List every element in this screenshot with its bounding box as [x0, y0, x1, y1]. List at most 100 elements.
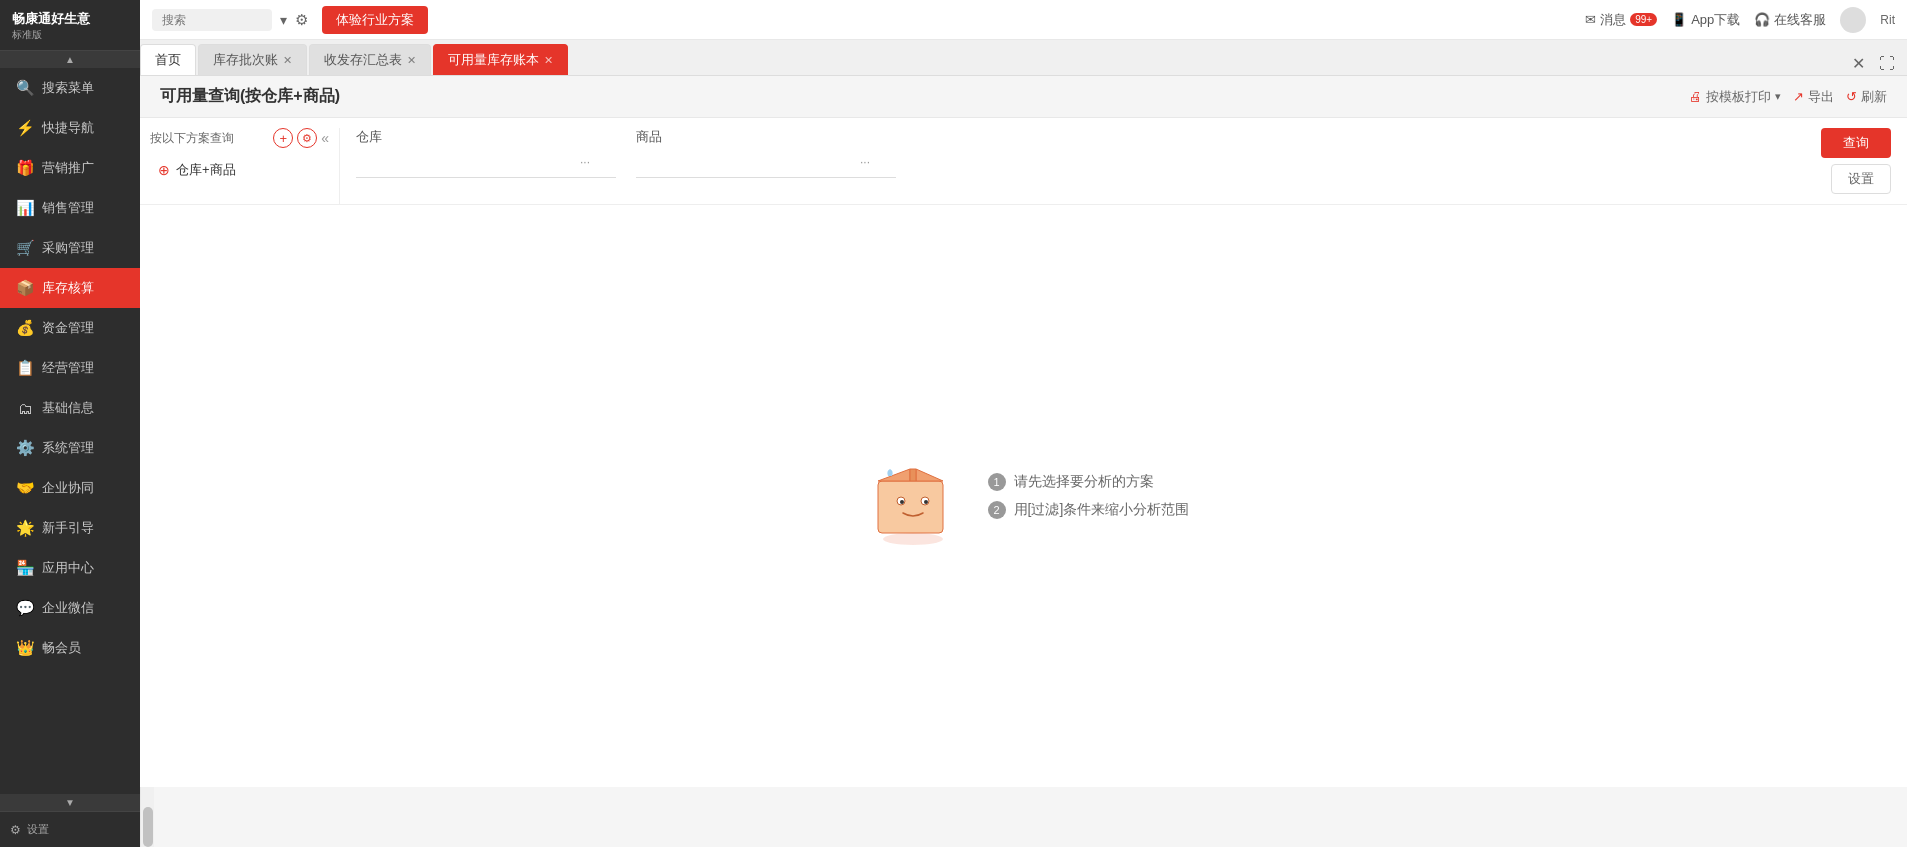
filter-icons: + ⚙ « [273, 128, 329, 148]
svg-point-0 [883, 533, 943, 545]
scrollbar-handle[interactable] [143, 807, 153, 847]
sidebar-item-label-basic: 基础信息 [42, 399, 94, 417]
close-tab-batch-account[interactable]: ✕ [283, 54, 292, 67]
settings-scheme-btn[interactable]: ⚙ [297, 128, 317, 148]
appstore-icon: 🏪 [16, 559, 34, 577]
avatar[interactable] [1840, 7, 1866, 33]
add-scheme-btn[interactable]: + [273, 128, 293, 148]
dropdown-icon[interactable]: ▾ [280, 12, 287, 28]
sidebar-scroll-down[interactable]: ▼ [0, 794, 140, 811]
marketing-icon: 🎁 [16, 159, 34, 177]
sidebar-item-label-inventory: 库存核算 [42, 279, 94, 297]
scheme-warehouse-product[interactable]: ⊕ 仓库+商品 [150, 156, 329, 184]
sidebar-item-basic[interactable]: 🗂 基础信息 [0, 388, 140, 428]
sidebar-item-label-operations: 经营管理 [42, 359, 94, 377]
sidebar-item-guide[interactable]: 🌟 新手引导 [0, 508, 140, 548]
wechat-icon: 💬 [16, 599, 34, 617]
finance-icon: 💰 [16, 319, 34, 337]
filter-section: 按以下方案查询 + ⚙ « ⊕ 仓库+商品 仓库 [140, 118, 1907, 205]
sidebar-bottom: ⚙ 设置 [0, 811, 140, 847]
export-action[interactable]: ↗ 导出 [1793, 88, 1834, 106]
filter-actions: 查询 设置 [1821, 128, 1891, 194]
search-input[interactable] [152, 9, 272, 31]
right-scrollbar[interactable] [140, 787, 154, 847]
message-icon: ✉ [1585, 12, 1596, 27]
sidebar-item-wechat[interactable]: 💬 企业微信 [0, 588, 140, 628]
filter-scheme-label: 按以下方案查询 [150, 130, 234, 147]
warehouse-input[interactable] [356, 150, 576, 173]
close-tab-icon[interactable]: ✕ [1848, 52, 1869, 75]
app-edition: 标准版 [12, 28, 128, 42]
query-button[interactable]: 查询 [1821, 128, 1891, 158]
enterprise-icon: 🤝 [16, 479, 34, 497]
sidebar-item-inventory[interactable]: 📦 库存核算 [0, 268, 140, 308]
sidebar-item-marketing[interactable]: 🎁 营销推广 [0, 148, 140, 188]
tab-home[interactable]: 首页 [140, 44, 196, 75]
sidebar-item-label-enterprise: 企业协同 [42, 479, 94, 497]
print-label: 按模板打印 [1706, 88, 1771, 106]
export-icon: ↗ [1793, 89, 1804, 104]
sidebar-item-member[interactable]: 👑 畅会员 [0, 628, 140, 668]
refresh-action[interactable]: ↺ 刷新 [1846, 88, 1887, 106]
product-label: 商品 [636, 128, 896, 146]
sidebar-item-label-sales: 销售管理 [42, 199, 94, 217]
app-download-btn[interactable]: 📱 App下载 [1671, 11, 1740, 29]
trial-button[interactable]: 体验行业方案 [322, 6, 428, 34]
empty-hint-1: 1 请先选择要分析的方案 [988, 473, 1190, 491]
tab-batch-account[interactable]: 库存批次账✕ [198, 44, 307, 75]
app-download-label: App下载 [1691, 11, 1740, 29]
expand-icon[interactable]: ⛶ [1875, 53, 1899, 75]
message-btn[interactable]: ✉ 消息 99+ [1585, 11, 1657, 29]
sidebar-item-appstore[interactable]: 🏪 应用中心 [0, 548, 140, 588]
sidebar-item-label-finance: 资金管理 [42, 319, 94, 337]
svg-marker-4 [910, 469, 916, 481]
headset-icon: 🎧 [1754, 12, 1770, 27]
filter-field-product: 商品 ··· [636, 128, 896, 178]
sidebar-item-enterprise[interactable]: 🤝 企业协同 [0, 468, 140, 508]
sidebar-item-label-appstore: 应用中心 [42, 559, 94, 577]
print-dropdown-icon[interactable]: ▾ [1775, 90, 1781, 103]
filter-left: 按以下方案查询 + ⚙ « ⊕ 仓库+商品 [140, 128, 340, 204]
tab-available-ledger[interactable]: 可用量库存账本 ✕ [433, 44, 568, 75]
sidebar-item-sales[interactable]: 📊 销售管理 [0, 188, 140, 228]
sidebar-item-shortcut[interactable]: ⚡ 快捷导航 [0, 108, 140, 148]
sidebar-item-system[interactable]: ⚙️ 系统管理 [0, 428, 140, 468]
sidebar-nav: 🔍 搜索菜单 ⚡ 快捷导航 🎁 营销推广 📊 销售管理 🛒 采购管理 📦 库存核… [0, 68, 140, 794]
gear-icon[interactable]: ⚙ [295, 11, 308, 29]
message-label: 消息 [1600, 11, 1626, 29]
export-label: 导出 [1808, 88, 1834, 106]
sidebar-item-operations[interactable]: 📋 经营管理 [0, 348, 140, 388]
sidebar-bottom-label: 设置 [27, 822, 49, 837]
print-action[interactable]: 🖨 按模板打印 ▾ [1689, 88, 1781, 106]
warehouse-more-icon[interactable]: ··· [580, 155, 590, 169]
sales-icon: 📊 [16, 199, 34, 217]
close-tab-available-ledger[interactable]: ✕ [544, 54, 553, 67]
product-more-icon[interactable]: ··· [860, 155, 870, 169]
sidebar-item-label-guide: 新手引导 [42, 519, 94, 537]
sidebar-item-purchase[interactable]: 🛒 采购管理 [0, 228, 140, 268]
customer-service-btn[interactable]: 🎧 在线客服 [1754, 11, 1826, 29]
empty-hint-2: 2 用[过滤]条件来缩小分析范围 [988, 501, 1190, 519]
sidebar-item-label-system: 系统管理 [42, 439, 94, 457]
filter-left-header: 按以下方案查询 + ⚙ « [150, 128, 329, 148]
sidebar-item-search[interactable]: 🔍 搜索菜单 [0, 68, 140, 108]
phone-icon: 📱 [1671, 12, 1687, 27]
tabs-bar-right: ✕ ⛶ [1848, 52, 1907, 75]
sidebar-item-finance[interactable]: 💰 资金管理 [0, 308, 140, 348]
close-tab-inventory-summary[interactable]: ✕ [407, 54, 416, 67]
sidebar-item-label-member: 畅会员 [42, 639, 81, 657]
tab-inventory-summary[interactable]: 收发存汇总表✕ [309, 44, 431, 75]
settings-button[interactable]: 设置 [1831, 164, 1891, 194]
tab-label-available-ledger: 可用量库存账本 [448, 51, 539, 69]
svg-rect-1 [878, 481, 943, 533]
sidebar-scroll-up[interactable]: ▲ [0, 51, 140, 68]
refresh-icon: ↺ [1846, 89, 1857, 104]
refresh-label: 刷新 [1861, 88, 1887, 106]
system-icon: ⚙️ [16, 439, 34, 457]
hint-text-2: 用[过滤]条件来缩小分析范围 [1014, 501, 1190, 519]
operations-icon: 📋 [16, 359, 34, 377]
empty-illustration [858, 441, 968, 551]
message-badge: 99+ [1630, 13, 1657, 26]
collapse-btn[interactable]: « [321, 130, 329, 146]
product-input[interactable] [636, 150, 856, 173]
